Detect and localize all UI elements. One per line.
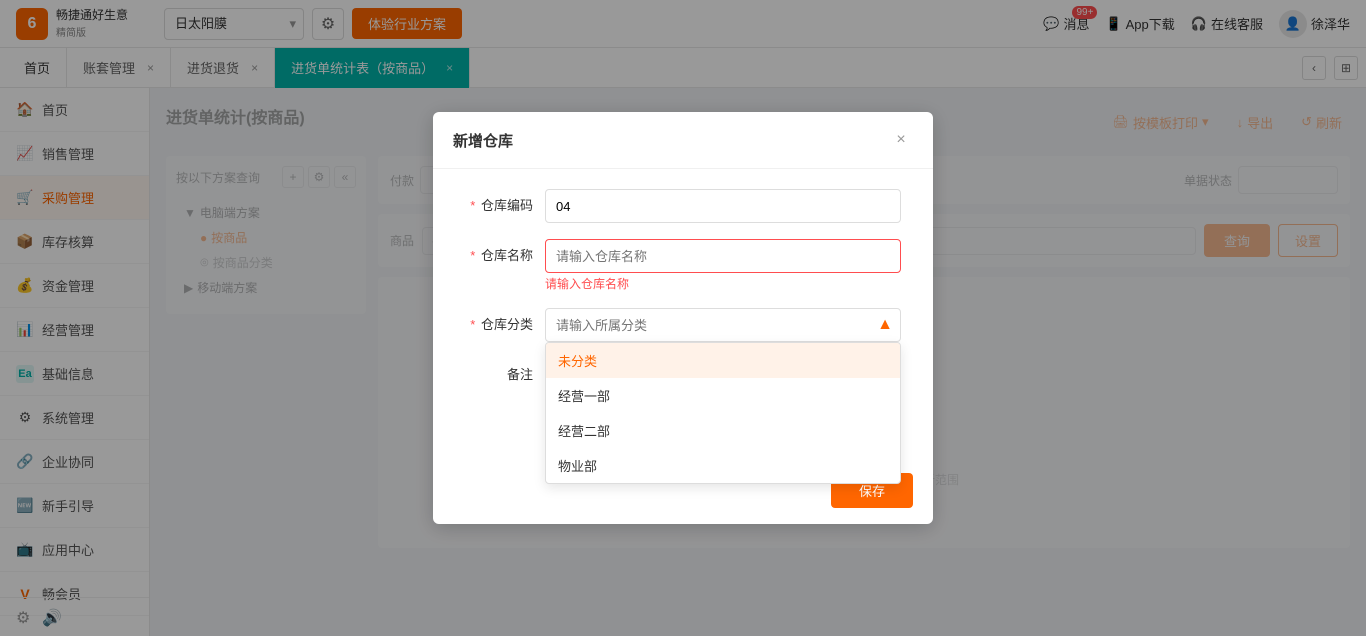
modal-overlay: 新增仓库 × * 仓库编码 * 仓库名称	[0, 0, 1366, 636]
name-field: 请输入仓库名称	[545, 239, 901, 292]
category-toggle-icon[interactable]: ▲	[877, 316, 893, 334]
category-label: * 仓库分类	[465, 308, 545, 333]
code-input[interactable]	[545, 189, 901, 223]
dropdown-option-2[interactable]: 经营二部	[546, 413, 900, 448]
name-field-row: * 仓库名称 请输入仓库名称	[465, 239, 901, 292]
dropdown-option-3[interactable]: 物业部	[546, 448, 900, 483]
new-warehouse-modal: 新增仓库 × * 仓库编码 * 仓库名称	[433, 112, 933, 524]
name-error-msg: 请输入仓库名称	[545, 275, 901, 292]
code-field	[545, 189, 901, 223]
category-field-row: * 仓库分类 ▲ 未分类 经营一部 经营二部 物业部	[465, 308, 901, 342]
modal-title: 新增仓库	[453, 130, 513, 151]
code-label: * 仓库编码	[465, 189, 545, 214]
dropdown-option-1[interactable]: 经营一部	[546, 378, 900, 413]
modal-close-btn[interactable]: ×	[889, 128, 913, 152]
category-field: ▲ 未分类 经营一部 经营二部 物业部	[545, 308, 901, 342]
remark-label: 备注	[465, 358, 545, 383]
name-label: * 仓库名称	[465, 239, 545, 264]
name-input[interactable]	[545, 239, 901, 273]
dropdown-option-0[interactable]: 未分类	[546, 343, 900, 378]
category-dropdown: 未分类 经营一部 经营二部 物业部	[545, 342, 901, 484]
modal-body: * 仓库编码 * 仓库名称 请输入仓库名称	[433, 169, 933, 461]
category-input[interactable]	[545, 308, 901, 342]
code-field-row: * 仓库编码	[465, 189, 901, 223]
modal-header: 新增仓库 ×	[433, 112, 933, 169]
